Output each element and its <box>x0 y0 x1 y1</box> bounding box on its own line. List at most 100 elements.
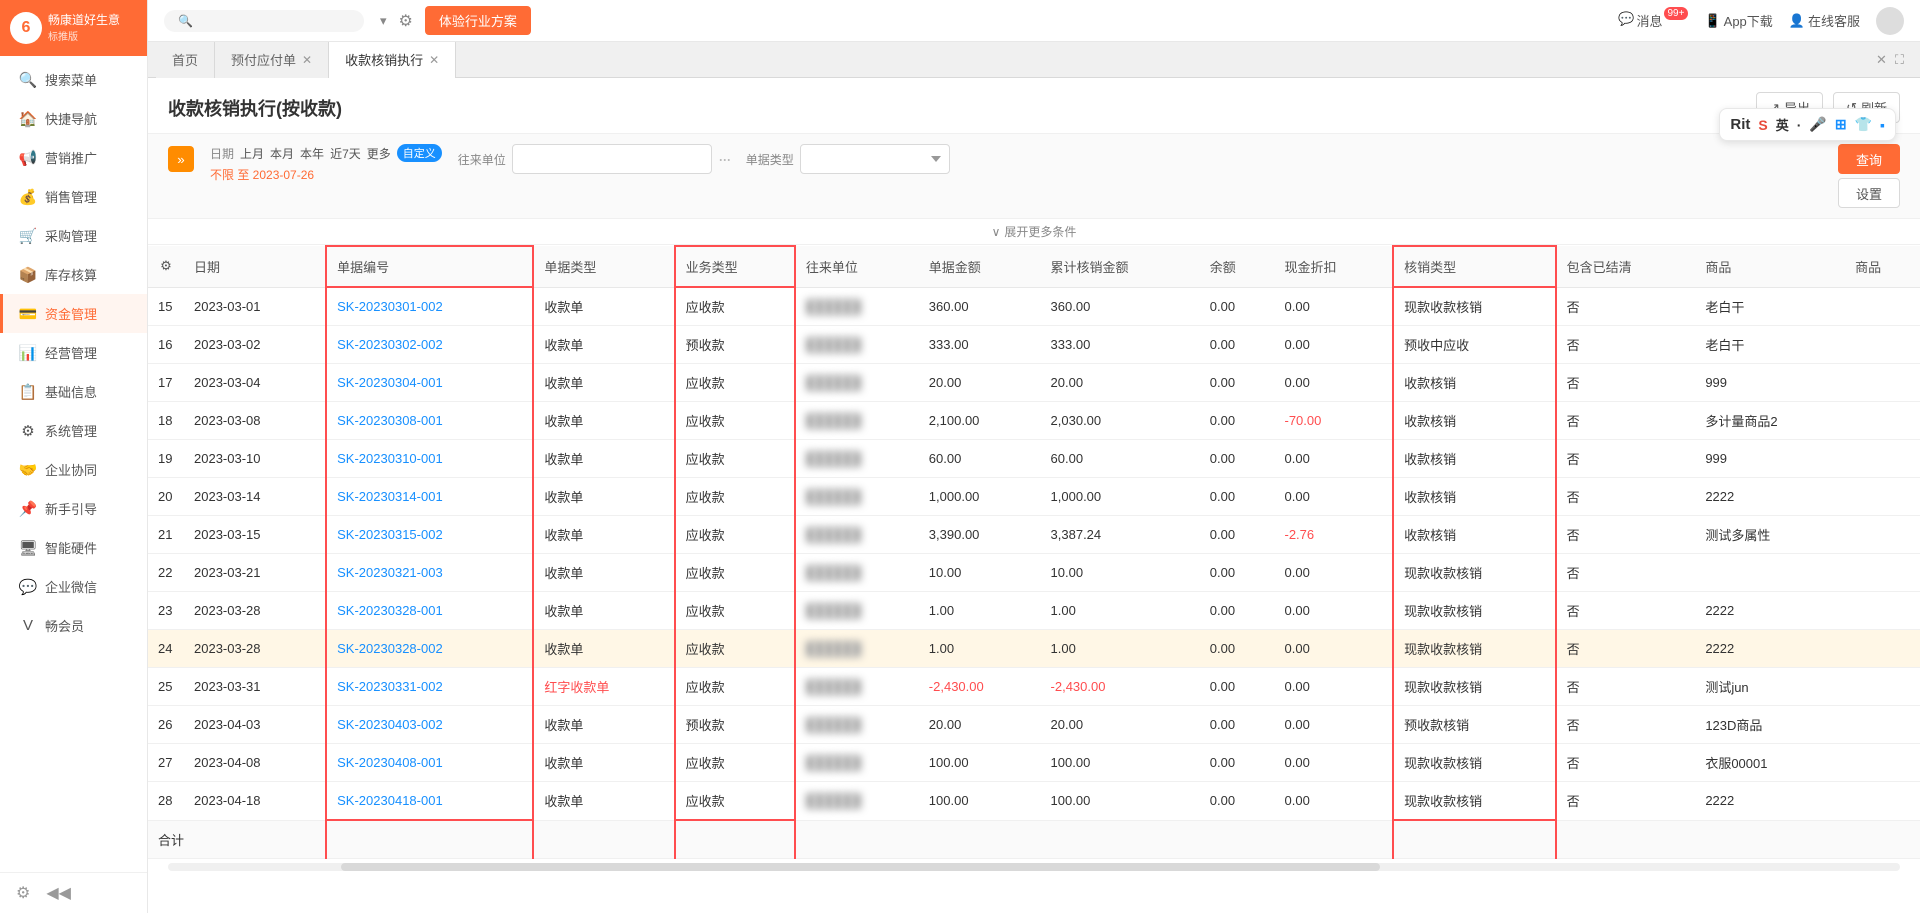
float-mic-icon[interactable]: 🎤 <box>1809 116 1826 133</box>
sidebar-item-quicknav[interactable]: 🏠 快捷导航 <box>0 99 147 138</box>
data-table-container: ⚙ 日期 单据编号 单据类型 业务类型 往来单位 单据金额 累计核销金额 余额 … <box>148 245 1920 875</box>
sidebar-item-basic[interactable]: 📋 基础信息 <box>0 372 147 411</box>
float-s-icon[interactable]: S <box>1758 117 1767 133</box>
tab-prepay[interactable]: 预付应付单 ✕ <box>215 42 329 78</box>
bill-no-link[interactable]: SK-20230403-002 <box>337 717 443 732</box>
date-last-month[interactable]: 上月 <box>240 145 264 162</box>
tab-receipt-close[interactable]: ✕ <box>429 53 439 67</box>
chevron-down-icon: ∨ <box>992 225 1001 239</box>
setting-button[interactable]: 设置 <box>1838 178 1900 208</box>
th-write-off: 累计核销金额 <box>1041 246 1200 287</box>
sidebar-item-wechat[interactable]: 💬 企业微信 <box>0 567 147 606</box>
bill-type-select[interactable] <box>800 144 950 174</box>
collapse-icon[interactable]: ◀◀ <box>46 883 71 903</box>
sidebar-item-guide[interactable]: 📌 新手引导 <box>0 489 147 528</box>
maximize-icon[interactable]: ⛶ <box>1895 52 1904 68</box>
sidebar-item-inventory[interactable]: 📦 库存核算 <box>0 255 147 294</box>
scrollbar-thumb[interactable] <box>341 863 1380 871</box>
sidebar-item-purchase[interactable]: 🛒 采购管理 <box>0 216 147 255</box>
guide-icon: 📌 <box>19 500 37 518</box>
th-settings[interactable]: ⚙ <box>148 246 184 287</box>
tab-prepay-close[interactable]: ✕ <box>302 53 312 67</box>
date-more[interactable]: 更多 <box>367 145 391 162</box>
bill-no-link[interactable]: SK-20230315-002 <box>337 527 443 542</box>
bill-no-link[interactable]: SK-20230408-001 <box>337 755 443 770</box>
date-this-month[interactable]: 本月 <box>270 145 294 162</box>
online-service[interactable]: 👤 在线客服 <box>1789 11 1860 30</box>
query-button[interactable]: 查询 <box>1838 144 1900 174</box>
enterprise-icon: 🤝 <box>19 461 37 479</box>
bill-no-link[interactable]: SK-20230304-001 <box>337 375 443 390</box>
tab-home-label: 首页 <box>172 50 198 69</box>
sidebar-item-enterprise[interactable]: 🤝 企业协同 <box>0 450 147 489</box>
topbar-gear-icon[interactable]: ⚙ <box>399 11 413 31</box>
bill-no-link[interactable]: SK-20230301-002 <box>337 299 443 314</box>
date-range-note: 不限 至 2023-07-26 <box>210 166 442 183</box>
bill-no-link[interactable]: SK-20230328-001 <box>337 603 443 618</box>
sidebar-item-search[interactable]: 🔍 搜索菜单 <box>0 60 147 99</box>
solution-button[interactable]: 体验行业方案 <box>425 6 531 35</box>
sidebar-item-sales-label: 销售管理 <box>45 187 97 206</box>
topbar-search-icon: 🔍 <box>178 14 193 28</box>
sidebar-item-hardware[interactable]: 🖥 智能硬件 <box>0 528 147 567</box>
footer-balance <box>1200 820 1275 858</box>
footer-label: 合计 <box>148 820 326 858</box>
float-grid-icon[interactable]: ⊞ <box>1835 116 1847 133</box>
topbar-search-box[interactable]: 🔍 <box>164 10 364 32</box>
footer-goods1 <box>1695 820 1845 858</box>
bill-no-link[interactable]: SK-20230314-001 <box>337 489 443 504</box>
date-this-year[interactable]: 本年 <box>300 145 324 162</box>
message-label: 消息 <box>1636 11 1662 30</box>
float-text-icon[interactable]: 英 <box>1776 115 1789 134</box>
sidebar-item-sales[interactable]: 💰 销售管理 <box>0 177 147 216</box>
footer-included <box>1556 820 1696 858</box>
tab-home[interactable]: 首页 <box>156 42 215 78</box>
footer-write-off <box>1041 820 1200 858</box>
app-download[interactable]: 📱 App下载 <box>1704 11 1772 30</box>
settings-icon[interactable]: ⚙ <box>16 883 30 903</box>
filter-expand-bar: ∨ 展开更多条件 <box>148 219 1920 245</box>
message-area[interactable]: 💬 消息 99+ <box>1618 11 1688 30</box>
unit-dots[interactable]: ··· <box>718 149 730 170</box>
bill-no-link[interactable]: SK-20230418-001 <box>337 793 443 808</box>
bill-no-link[interactable]: SK-20230310-001 <box>337 451 443 466</box>
date-custom[interactable]: 自定义 <box>397 144 442 162</box>
bill-no-link[interactable]: SK-20230321-003 <box>337 565 443 580</box>
sidebar-item-marketing[interactable]: 📢 营销推广 <box>0 138 147 177</box>
table-row: 192023-03-10SK-20230310-001收款单应收款██████6… <box>148 440 1920 478</box>
close-window-icon[interactable]: ✕ <box>1876 52 1887 68</box>
search-menu-icon: 🔍 <box>19 71 37 89</box>
sidebar-item-search-label: 搜索菜单 <box>45 70 97 89</box>
sidebar-item-inventory-label: 库存核算 <box>45 265 97 284</box>
sidebar-item-finance[interactable]: 💳 资金管理 <box>0 294 147 333</box>
member-icon: V <box>19 617 37 635</box>
th-bill-type: 单据类型 <box>533 246 674 287</box>
float-toolbar: Rit S 英 · 🎤 ⊞ 👕 ▪ <box>1719 108 1896 141</box>
bill-no-link[interactable]: SK-20230331-002 <box>337 679 443 694</box>
sidebar-item-member-label: 畅会员 <box>45 616 84 635</box>
bill-no-link[interactable]: SK-20230302-002 <box>337 337 443 352</box>
system-icon: ⚙ <box>19 422 37 440</box>
hardware-icon: 🖥 <box>19 539 37 557</box>
sidebar-item-marketing-label: 营销推广 <box>45 148 97 167</box>
expand-conditions-button[interactable]: ∨ 展开更多条件 <box>992 223 1077 240</box>
sidebar-item-operation[interactable]: 📊 经营管理 <box>0 333 147 372</box>
float-dot-icon[interactable]: · <box>1797 117 1802 133</box>
tab-receipt[interactable]: 收款核销执行 ✕ <box>329 42 456 78</box>
bill-no-link[interactable]: SK-20230308-001 <box>337 413 443 428</box>
main-content: 🔍 ▾ ⚙ 体验行业方案 💬 消息 99+ 📱 App下载 👤 在线客服 <box>148 0 1920 913</box>
th-date: 日期 <box>184 246 326 287</box>
sidebar-footer: ⚙ ◀◀ <box>0 872 147 913</box>
filter-toggle-button[interactable]: » <box>168 146 194 172</box>
float-shirt-icon[interactable]: 👕 <box>1855 116 1872 133</box>
unit-input[interactable] <box>512 144 712 174</box>
chevron-down-icon[interactable]: ▾ <box>380 13 387 29</box>
sidebar-item-member[interactable]: V 畅会员 <box>0 606 147 645</box>
float-square-icon[interactable]: ▪ <box>1880 117 1885 133</box>
bill-no-link[interactable]: SK-20230328-002 <box>337 641 443 656</box>
user-avatar[interactable] <box>1876 7 1904 35</box>
sidebar-item-system[interactable]: ⚙ 系统管理 <box>0 411 147 450</box>
horizontal-scrollbar[interactable] <box>168 863 1900 871</box>
sidebar-item-guide-label: 新手引导 <box>45 499 97 518</box>
date-7days[interactable]: 近7天 <box>330 145 361 162</box>
